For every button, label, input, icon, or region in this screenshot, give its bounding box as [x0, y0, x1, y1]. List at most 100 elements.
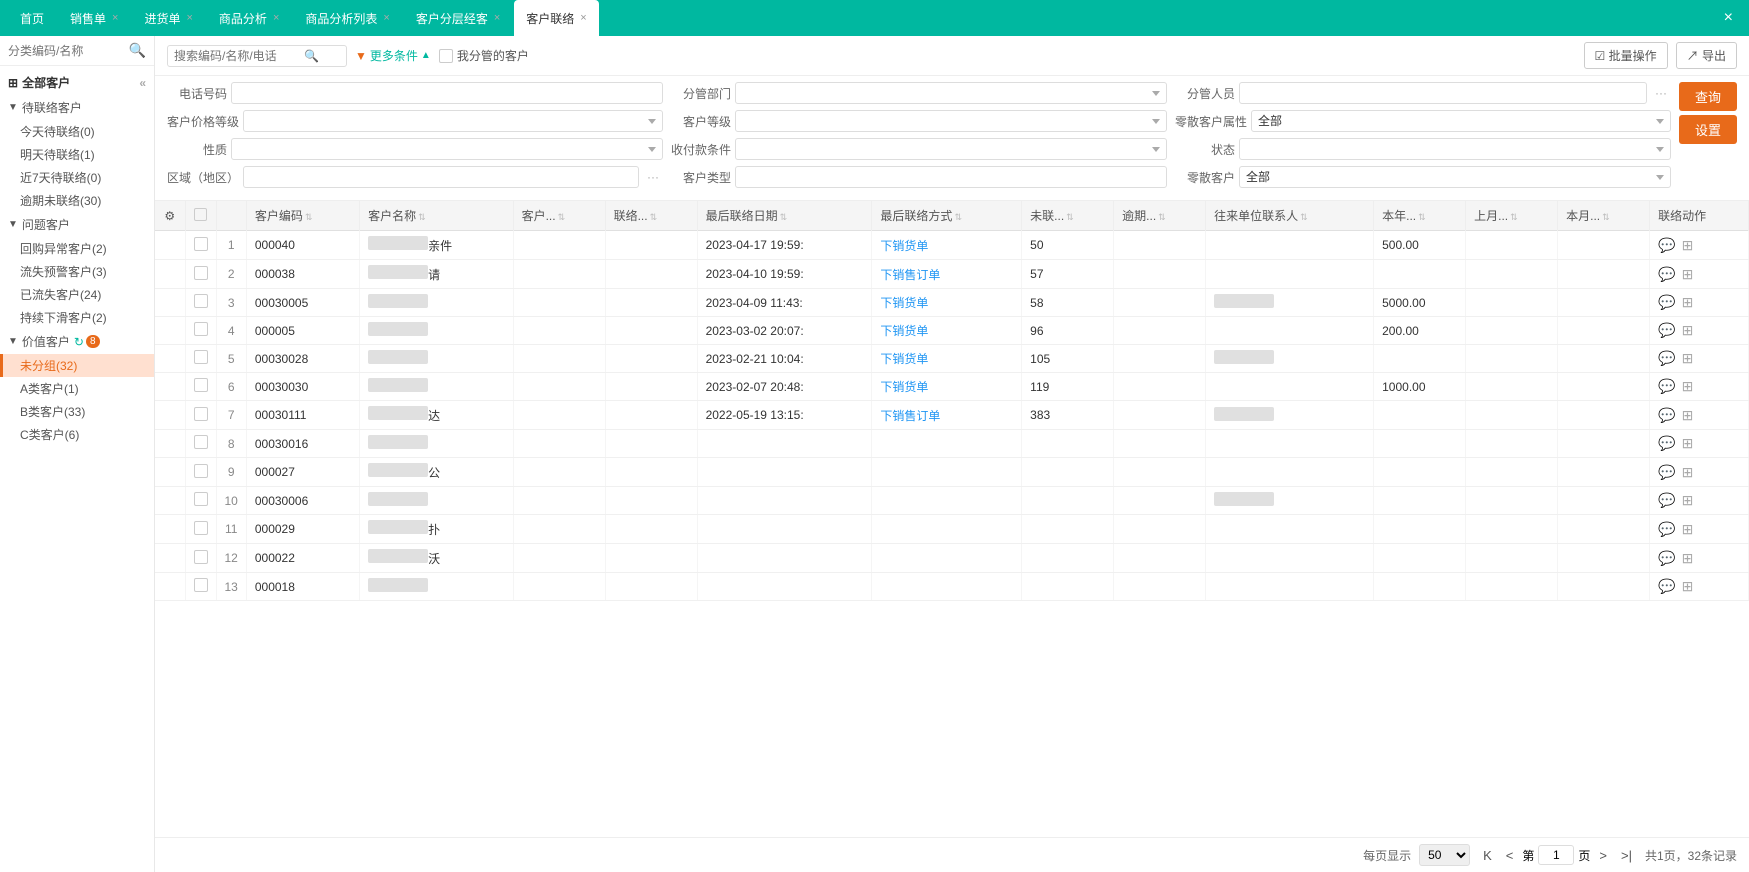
per-page-select[interactable]: 50 100 200 [1419, 844, 1470, 866]
sidebar-collapse-icon[interactable]: « [139, 76, 146, 90]
price-level-select[interactable] [243, 110, 663, 132]
grid-action-icon[interactable]: ⊞ [1682, 407, 1694, 424]
row-checkbox[interactable] [194, 322, 208, 336]
refresh-icon[interactable]: ↻ [74, 335, 84, 349]
dept-select[interactable] [735, 82, 1167, 104]
first-page-button[interactable]: K [1478, 846, 1497, 865]
category-search-input[interactable] [8, 44, 129, 58]
contact-way-link[interactable]: 下销货单 [880, 380, 928, 394]
grid-action-icon[interactable]: ⊞ [1682, 550, 1694, 567]
message-icon[interactable]: 💬 [1658, 266, 1675, 283]
close-sales-icon[interactable]: × [112, 12, 118, 24]
col-code[interactable]: 客户编码⇅ [246, 201, 359, 231]
row-checkbox[interactable] [194, 492, 208, 506]
grid-action-icon[interactable]: ⊞ [1682, 578, 1694, 595]
grid-action-icon[interactable]: ⊞ [1682, 237, 1694, 254]
row-checkbox[interactable] [194, 578, 208, 592]
main-search-icon[interactable]: 🔍 [304, 49, 319, 63]
value-customers-group[interactable]: ▼ 价值客户 ↻ 8 [0, 329, 154, 354]
retail-attr-select[interactable]: 全部 [1251, 110, 1671, 132]
contact-way-link[interactable]: 下销货单 [880, 296, 928, 310]
col-this-year[interactable]: 本年...⇅ [1374, 201, 1466, 231]
contact-way-link[interactable]: 下销货单 [880, 324, 928, 338]
col-name[interactable]: 客户名称⇅ [360, 201, 513, 231]
row-checkbox[interactable] [194, 407, 208, 421]
region-input[interactable] [243, 166, 639, 188]
message-icon[interactable]: 💬 [1658, 378, 1675, 395]
contact-way-link[interactable]: 下销货单 [880, 239, 928, 253]
nav-analysis[interactable]: 商品分析 × [207, 0, 291, 36]
nav-customer-segment[interactable]: 客户分层经客 × [404, 0, 512, 36]
grid-action-icon[interactable]: ⊞ [1682, 464, 1694, 481]
col-overdue[interactable]: 逾期...⇅ [1114, 201, 1206, 231]
message-icon[interactable]: 💬 [1658, 350, 1675, 367]
grid-action-icon[interactable]: ⊞ [1682, 350, 1694, 367]
row-checkbox[interactable] [194, 521, 208, 535]
message-icon[interactable]: 💬 [1658, 237, 1675, 254]
nature-select[interactable] [231, 138, 663, 160]
pending-contact-group[interactable]: ▼ 待联络客户 [0, 95, 154, 120]
next-page-button[interactable]: > [1594, 846, 1612, 865]
col-settings[interactable]: ⚙ [155, 201, 185, 231]
sidebar-item-tomorrow[interactable]: 明天待联络(1) [0, 143, 154, 166]
more-conditions-btn[interactable]: ▼ 更多条件 ▲ [355, 47, 431, 64]
contact-way-link[interactable]: 下销货单 [880, 352, 928, 366]
problem-customers-group[interactable]: ▼ 问题客户 [0, 212, 154, 237]
window-close-button[interactable]: × [1716, 9, 1741, 27]
col-no-contact[interactable]: 未联...⇅ [1022, 201, 1114, 231]
col-last-contact-date[interactable]: 最后联络日期⇅ [697, 201, 872, 231]
col-last-month[interactable]: 上月...⇅ [1466, 201, 1558, 231]
message-icon[interactable]: 💬 [1658, 407, 1675, 424]
grid-action-icon[interactable]: ⊞ [1682, 521, 1694, 538]
col-this-month[interactable]: 本月...⇅ [1558, 201, 1650, 231]
row-checkbox[interactable] [194, 550, 208, 564]
row-checkbox[interactable] [194, 237, 208, 251]
close-purchase-icon[interactable]: × [186, 12, 192, 24]
sidebar-item-abnormal[interactable]: 回购异常客户(2) [0, 237, 154, 260]
sidebar-item-today[interactable]: 今天待联络(0) [0, 120, 154, 143]
nav-purchase[interactable]: 进货单 × [132, 0, 204, 36]
message-icon[interactable]: 💬 [1658, 322, 1675, 339]
col-check[interactable] [185, 201, 216, 231]
col-company-contact[interactable]: 往来单位联系人⇅ [1206, 201, 1374, 231]
retail-customer-select[interactable]: 全部 [1239, 166, 1671, 188]
message-icon[interactable]: 💬 [1658, 578, 1675, 595]
grid-action-icon[interactable]: ⊞ [1682, 294, 1694, 311]
sidebar-item-b-class[interactable]: B类客户(33) [0, 400, 154, 423]
nav-home[interactable]: 首页 [8, 0, 56, 36]
contact-way-link[interactable]: 下销售订单 [880, 268, 940, 282]
grid-action-icon[interactable]: ⊞ [1682, 322, 1694, 339]
message-icon[interactable]: 💬 [1658, 550, 1675, 567]
customer-type-input[interactable] [735, 166, 1167, 188]
sidebar-item-declining[interactable]: 持续下滑客户(2) [0, 306, 154, 329]
close-analysis-list-icon[interactable]: × [383, 12, 389, 24]
manager-input[interactable] [1239, 82, 1647, 104]
payment-select[interactable] [735, 138, 1167, 160]
prev-page-button[interactable]: < [1501, 846, 1519, 865]
close-segment-icon[interactable]: × [494, 12, 500, 24]
customer-level-select[interactable] [735, 110, 1167, 132]
main-search-input[interactable] [174, 49, 304, 63]
row-checkbox[interactable] [194, 378, 208, 392]
category-search-icon[interactable]: 🔍 [129, 42, 146, 59]
all-customers-header[interactable]: ⊞ 全部客户 « [0, 66, 154, 95]
sidebar-item-a-class[interactable]: A类客户(1) [0, 377, 154, 400]
sidebar-item-ungroup[interactable]: 未分组(32) [0, 354, 154, 377]
query-button[interactable]: 查询 [1679, 82, 1737, 111]
my-customers-checkbox[interactable] [439, 49, 453, 63]
nav-sales[interactable]: 销售单 × [58, 0, 130, 36]
close-analysis-icon[interactable]: × [273, 12, 279, 24]
status-select[interactable] [1239, 138, 1671, 160]
message-icon[interactable]: 💬 [1658, 294, 1675, 311]
row-checkbox[interactable] [194, 464, 208, 478]
reset-button[interactable]: 设置 [1679, 115, 1737, 144]
manager-dots-icon[interactable]: ··· [1651, 86, 1671, 100]
col-last-contact-way[interactable]: 最后联络方式⇅ [872, 201, 1022, 231]
batch-operation-button[interactable]: ☑ 批量操作 [1584, 42, 1668, 69]
sidebar-item-churned[interactable]: 已流失客户(24) [0, 283, 154, 306]
nav-analysis-list[interactable]: 商品分析列表 × [293, 0, 401, 36]
grid-action-icon[interactable]: ⊞ [1682, 435, 1694, 452]
grid-action-icon[interactable]: ⊞ [1682, 378, 1694, 395]
region-dots-icon[interactable]: ··· [643, 170, 663, 184]
last-page-button[interactable]: >| [1616, 846, 1637, 865]
